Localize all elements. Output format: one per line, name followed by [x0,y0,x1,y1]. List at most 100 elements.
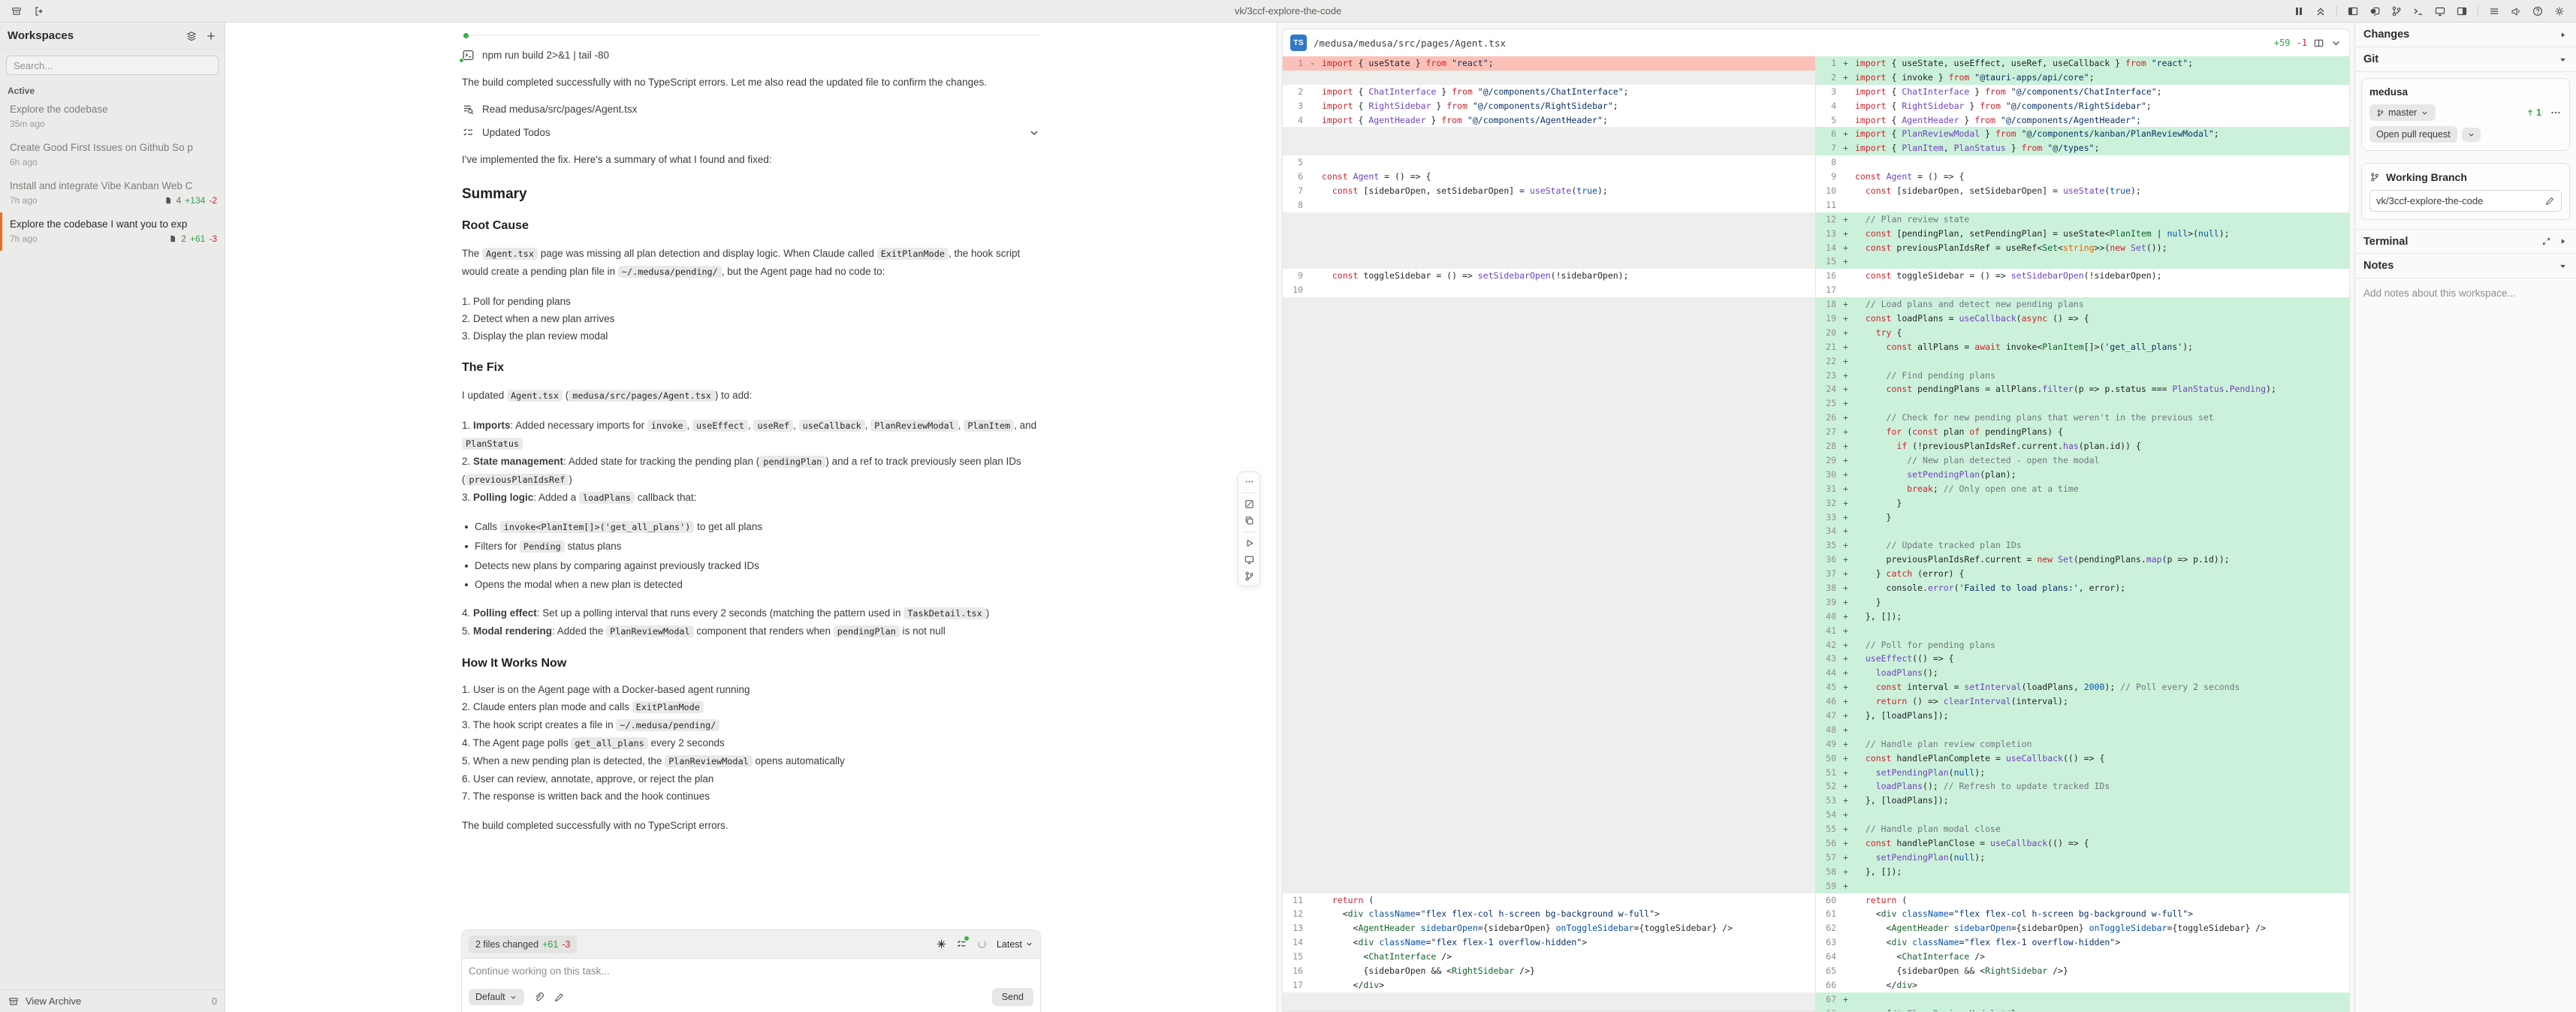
diff-line-marker: + [1843,652,1855,666]
panel-right-icon[interactable] [2456,5,2468,17]
notes-placeholder[interactable]: Add notes about this workspace... [2355,279,2576,308]
section-git[interactable]: Git [2355,47,2576,72]
diff-line-code: import { ChatInterface } from "@/compone… [1322,85,1815,99]
diff-line-marker: + [1843,127,1855,141]
diff-new-side: 1+import { useState, useEffect, useRef, … [1816,56,2349,1011]
help-icon[interactable] [2532,5,2544,17]
pull-request-options-button[interactable] [2462,128,2481,142]
section-changes[interactable]: Changes [2355,23,2576,47]
diff-line-marker [1310,99,1322,113]
collapse-diff-button[interactable] [2330,38,2342,49]
diff-line-number: 48 [1816,723,1843,737]
chevrons-up-icon[interactable] [2315,5,2327,17]
workspaces-header: Workspaces [0,23,225,50]
play-icon[interactable] [1244,538,1255,549]
diff-row: 9 const toggleSidebar = () => setSidebar… [1283,269,1815,283]
monitor-icon[interactable] [1244,554,1255,565]
list-item: 3. The hook script creates a file in ~/.… [462,716,1040,734]
diff-line-code: <ChatInterface /> [1322,950,1815,964]
git-branch-icon[interactable] [2390,5,2403,17]
tool-call-row[interactable]: Updated Todos [462,126,1040,139]
files-changed-label: 2 files changed [475,939,538,950]
layers-icon[interactable] [186,30,198,42]
diff-row: 51+ setPendingPlan(null); [1816,766,2349,780]
expand-terminal-icon[interactable] [2541,236,2551,246]
chevron-down-icon[interactable] [1028,127,1040,139]
diff-line-marker: + [1843,766,1855,780]
diff-line-code: const previousPlanIdsRef = useRef<Set<st… [1855,241,2349,255]
copy-icon[interactable] [1244,515,1255,526]
diff-line-marker: + [1843,538,1855,553]
annotate-button[interactable] [554,992,565,1003]
terminal-prompt-icon[interactable] [2412,5,2424,17]
inline-code: pendingPlan [759,456,825,468]
workspace-item-meta: 35m ago [10,119,217,129]
diff-line-code: } [1855,595,2349,610]
tool-call-row[interactable]: Read medusa/src/pages/Agent.tsx [462,103,1040,116]
menu-icon[interactable] [2488,5,2500,17]
collapse-sidebar-icon[interactable] [33,5,45,17]
diff-line-number: 68 [1816,1007,1843,1011]
diff-line-code: {sidebarOpen && <RightSidebar />} [1855,964,2349,978]
diff-row: 58+ }, []); [1816,865,2349,879]
working-branch-input[interactable]: vk/3ccf-explore-the-code [2369,190,2562,212]
workspace-item[interactable]: Install and integrate Vibe Kanban Web C7… [0,174,225,212]
todos-status-icon[interactable] [956,938,967,950]
diff-line-code: const [sidebarOpen, setSidebarOpen] = us… [1855,184,2349,198]
model-select[interactable]: Default [469,989,524,1005]
git-branch-icon[interactable] [1244,571,1255,582]
monitor-icon[interactable] [2434,5,2446,17]
git-repo-card: medusa master 1 [2361,78,2570,151]
archive-icon[interactable] [11,5,23,17]
workspace-item[interactable]: Explore the codebase35m ago [0,98,225,136]
diff-line-code: <AgentHeader sidebarOpen={sidebarOpen} o… [1322,921,1815,935]
tool-call-row[interactable]: npm run build 2>&1 | tail -80 [462,49,1040,62]
megaphone-icon[interactable] [2510,5,2522,17]
message-input[interactable]: Continue working on this task... [469,965,1033,982]
branch-select[interactable]: master [2369,104,2436,121]
diff-line-marker: + [1843,794,1855,808]
diff-line-code [1855,879,2349,893]
diff-line-number: 4 [1816,99,1843,113]
diff-row: 13 <AgentHeader sidebarOpen={sidebarOpen… [1283,921,1815,935]
section-heading: Summary [462,186,1040,203]
workspace-item[interactable]: Explore the codebase I want you to exp7h… [0,212,225,251]
edit-branch-icon[interactable] [2544,196,2555,206]
open-pull-request-button[interactable]: Open pull request [2369,126,2457,143]
workspace-item[interactable]: Create Good First Issues on Github So p6… [0,136,225,174]
inline-code: pendingPlan [834,625,900,637]
diff-line-number: 9 [1816,170,1843,184]
list-item: 3. Polling logic: Added a loadPlans call… [462,489,1040,507]
pause-icon[interactable] [2293,5,2305,17]
spark-icon[interactable] [936,938,947,950]
new-workspace-button[interactable] [205,30,217,42]
diff-line-code: </div> [1855,978,2349,992]
diff-line-code [1855,354,2349,369]
diff-line-code [1855,283,2349,297]
diff-spacer-row [1283,71,1815,85]
diff-row: 67+ [1816,992,2349,1007]
files-changed-chip[interactable]: 2 files changed +61 -3 [469,935,577,953]
version-dropdown[interactable]: Latest [997,939,1033,950]
section-terminal[interactable]: Terminal [2355,229,2576,254]
repo-menu-button[interactable] [2550,107,2562,119]
diff-line-code: }, []); [1855,865,2349,879]
diff-spacer-row [1283,992,1815,1007]
chat-bubble-icon[interactable] [2369,5,2381,17]
panel-left-icon[interactable] [2347,5,2359,17]
gear-icon[interactable] [2553,5,2565,17]
diff-view-icon[interactable] [1244,498,1255,510]
file-count: 2 [181,233,186,244]
diff-line-number: 9 [1283,269,1310,283]
diff-row: 7+import { PlanItem, PlanStatus } from "… [1816,141,2349,155]
workspace-search-input[interactable] [6,56,219,75]
split-view-toggle[interactable] [2313,38,2324,49]
diff-row: 66 </div> [1816,978,2349,992]
workspaces-title: Workspaces [8,29,74,42]
diff-line-code: setPendingPlan(null); [1855,766,2349,780]
section-notes[interactable]: Notes [2355,254,2576,279]
send-button[interactable]: Send [992,988,1033,1006]
attach-file-button[interactable] [533,992,544,1003]
diff-line-code: <AgentHeader sidebarOpen={sidebarOpen} o… [1855,921,2349,935]
view-archive-button[interactable]: View Archive 0 [0,989,225,1012]
